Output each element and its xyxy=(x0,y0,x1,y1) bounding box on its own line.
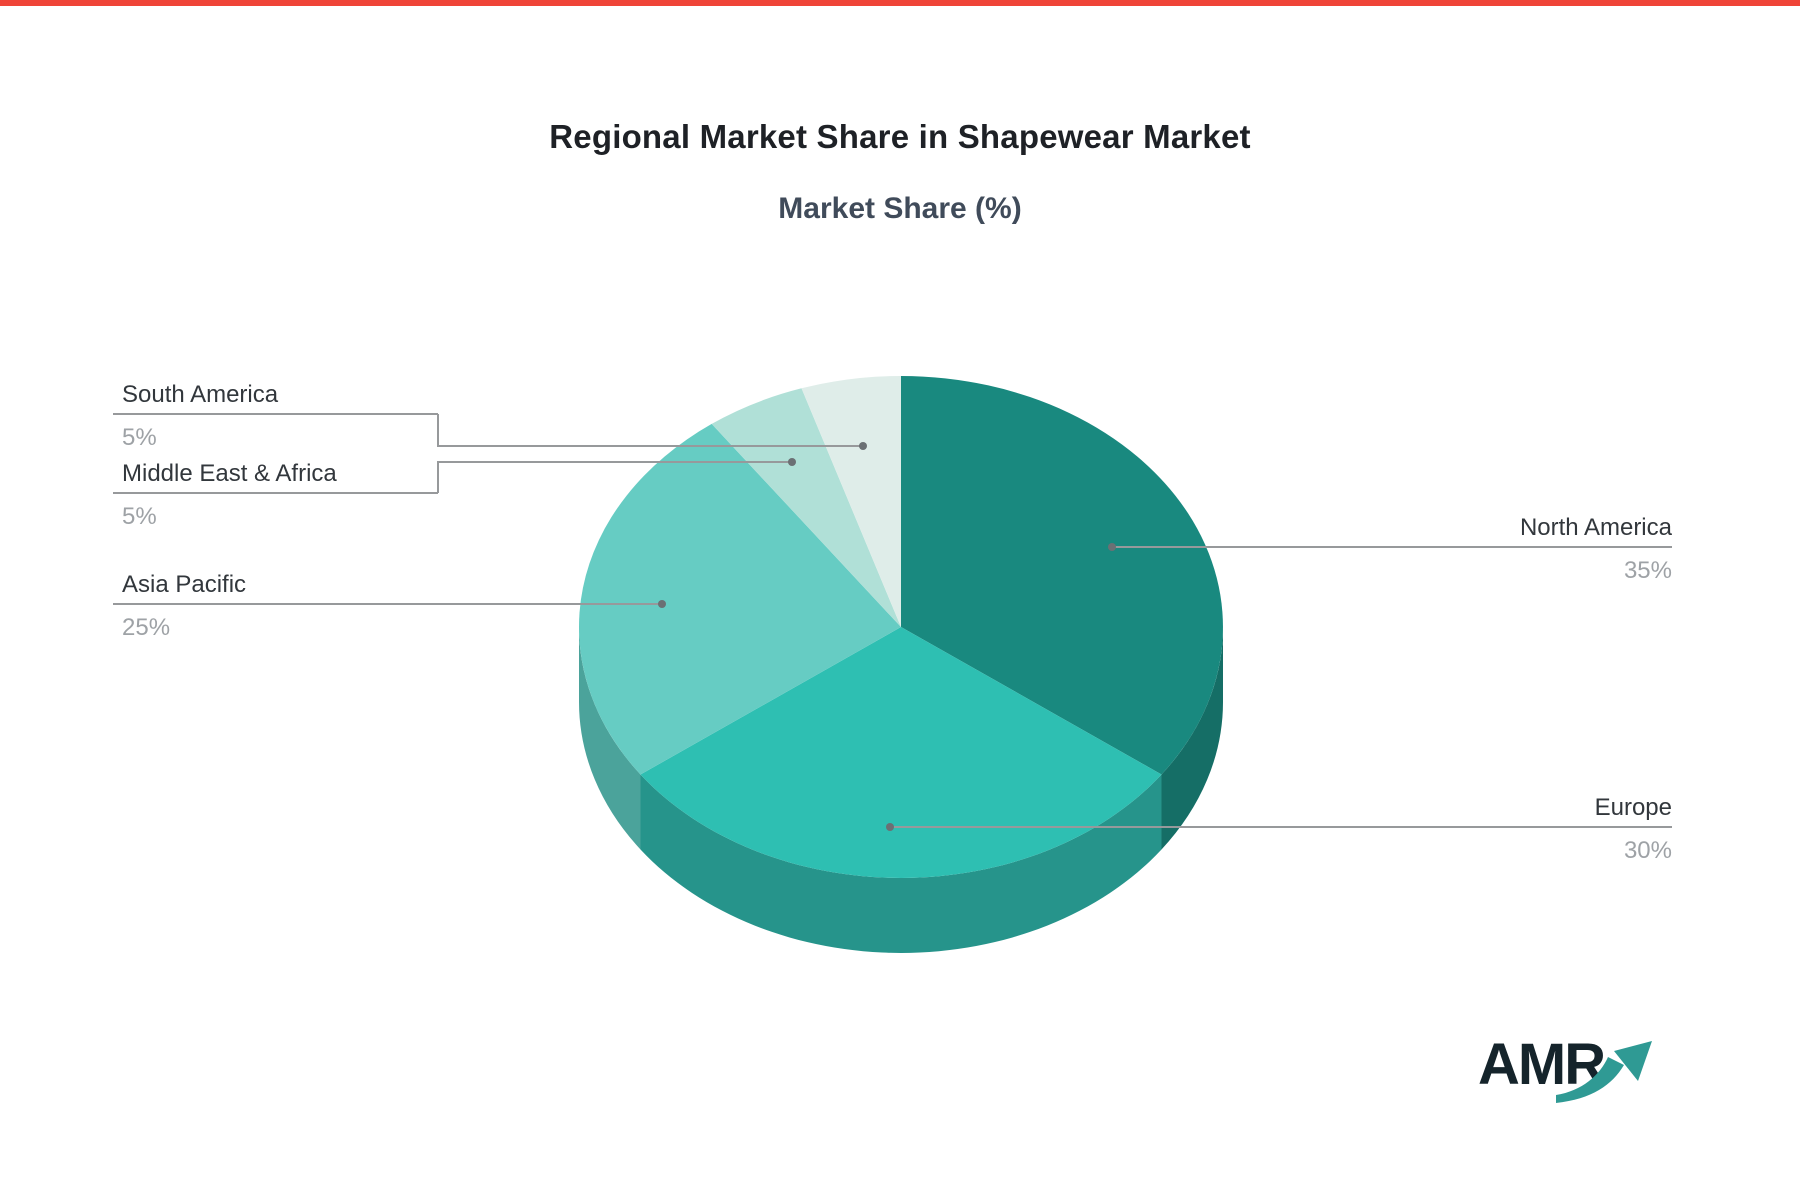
leader-dot xyxy=(886,823,894,831)
leader-dot xyxy=(788,458,796,466)
amr-logo: AMR xyxy=(1478,1036,1678,1116)
chart-figure: Regional Market Share in Shapewear Marke… xyxy=(0,0,1800,1196)
leader-dot xyxy=(1108,543,1116,551)
leader-dot xyxy=(658,600,666,608)
leader-dot xyxy=(859,442,867,450)
trend-arrow-icon xyxy=(1556,1041,1652,1103)
pie-chart xyxy=(113,376,1672,953)
